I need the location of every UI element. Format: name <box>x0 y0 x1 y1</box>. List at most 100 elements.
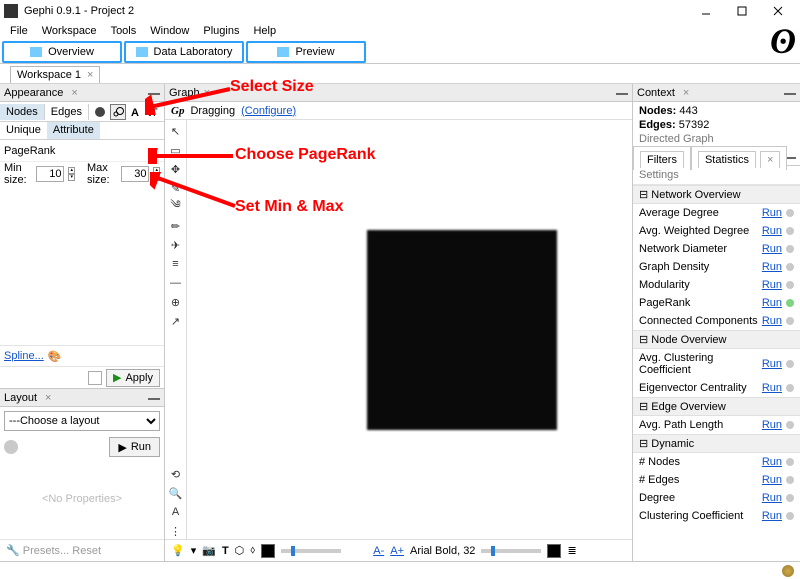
label-size-icon[interactable]: tT <box>146 104 162 120</box>
graph-canvas[interactable] <box>187 120 632 539</box>
settings-label[interactable]: Settings <box>633 166 800 185</box>
zoom-icon[interactable]: 🔍 <box>168 485 184 501</box>
run-link[interactable]: Run <box>762 279 782 291</box>
run-link[interactable]: Run <box>762 261 782 273</box>
palette-icon[interactable]: 🎨 <box>48 350 62 363</box>
reset-link[interactable]: Reset <box>72 545 101 557</box>
label-toggle-icon[interactable]: T <box>222 545 229 557</box>
workspace-tab[interactable]: Workspace 1× <box>10 66 100 83</box>
group-edge[interactable]: ⊟ Edge Overview <box>633 397 800 416</box>
label-color-swatch[interactable] <box>547 544 561 558</box>
shortest-path-icon[interactable]: ✈ <box>168 237 184 253</box>
min-size-input[interactable] <box>36 166 64 182</box>
menu-help[interactable]: Help <box>247 24 282 38</box>
stat-modularity: ModularityRun <box>633 276 800 294</box>
run-link[interactable]: Run <box>762 207 782 219</box>
run-layout-button[interactable]: ▶Run <box>109 437 160 457</box>
max-size-spinner[interactable]: ▴▾ <box>153 167 160 181</box>
drag-tool-icon[interactable]: ✥ <box>168 161 184 177</box>
font-label[interactable]: Arial Bold, 32 <box>410 545 475 557</box>
run-link[interactable]: Run <box>762 243 782 255</box>
font-increase[interactable]: A+ <box>390 545 404 557</box>
close-icon[interactable]: × <box>204 87 210 99</box>
edge-pencil-icon[interactable]: ✏ <box>168 218 184 234</box>
minimize-icon[interactable] <box>784 91 796 95</box>
close-icon[interactable]: × <box>683 87 689 99</box>
bg-color-icon[interactable]: ▾ <box>191 544 197 557</box>
run-link[interactable]: Run <box>762 419 782 431</box>
attributes-icon[interactable]: ≣ <box>567 544 576 557</box>
spline-link[interactable]: Spline... <box>4 350 44 362</box>
minimize-icon[interactable] <box>787 155 796 159</box>
wrench-icon[interactable]: 🔧 <box>6 545 20 557</box>
min-size-spinner[interactable]: ▴▾ <box>68 167 75 181</box>
layout-select[interactable]: ---Choose a layout <box>4 411 160 431</box>
subtab-nodes[interactable]: Nodes <box>0 104 45 120</box>
reset-zoom-icon[interactable]: ⟲ <box>168 466 184 482</box>
font-decrease[interactable]: A- <box>373 545 384 557</box>
heatmap-icon[interactable]: ≡ <box>168 256 184 272</box>
close-icon[interactable]: × <box>87 69 93 81</box>
tab-overview[interactable]: Overview <box>2 41 122 63</box>
menu-file[interactable]: File <box>4 24 34 38</box>
node-label-icon[interactable]: ⬡ <box>235 544 245 557</box>
rect-select-icon[interactable]: ▭ <box>168 142 184 158</box>
label-size-slider[interactable] <box>481 549 541 553</box>
attribute-dropdown[interactable]: PageRank ▾ <box>0 140 164 162</box>
add-node-icon[interactable]: ⊕ <box>168 294 184 310</box>
group-network[interactable]: ⊟ Network Overview <box>633 185 800 204</box>
configure-link[interactable]: (Configure) <box>241 105 296 117</box>
minimize-icon[interactable] <box>616 91 628 95</box>
sizer-tool-icon[interactable]: ༄ <box>168 199 184 215</box>
menu-plugins[interactable]: Plugins <box>197 24 245 38</box>
tool-dragging[interactable]: Dragging <box>190 105 235 117</box>
close-icon[interactable]: × <box>71 87 77 99</box>
run-link[interactable]: Run <box>762 492 782 504</box>
app-icon <box>4 4 18 18</box>
more-icon[interactable]: ⋮ <box>168 523 184 539</box>
presets-link[interactable]: Presets... <box>23 545 69 557</box>
run-link[interactable]: Run <box>762 382 782 394</box>
edge-label-icon[interactable]: ⬨ <box>250 544 255 557</box>
run-link[interactable]: Run <box>762 225 782 237</box>
group-dynamic[interactable]: ⊟ Dynamic <box>633 434 800 453</box>
run-link[interactable]: Run <box>762 510 782 522</box>
run-link[interactable]: Run <box>762 315 782 327</box>
maximize-button[interactable] <box>724 1 760 21</box>
max-size-input[interactable] <box>121 166 149 182</box>
statusbar <box>0 561 800 579</box>
options-icon[interactable] <box>88 371 102 385</box>
minimize-icon[interactable] <box>148 91 160 95</box>
menu-window[interactable]: Window <box>144 24 195 38</box>
edge-weight-slider[interactable] <box>281 549 341 553</box>
minimize-icon[interactable] <box>148 396 160 400</box>
center-icon[interactable]: A <box>168 504 184 520</box>
run-link[interactable]: Run <box>762 474 782 486</box>
size-icon[interactable] <box>110 104 126 120</box>
add-edge-icon[interactable]: ↗ <box>168 313 184 329</box>
screenshot-icon[interactable]: 📷 <box>202 544 216 557</box>
menu-tools[interactable]: Tools <box>105 24 143 38</box>
tab-preview[interactable]: Preview <box>246 41 366 63</box>
minimize-button[interactable] <box>688 1 724 21</box>
close-button[interactable] <box>760 1 796 21</box>
subtab-edges[interactable]: Edges <box>45 104 89 120</box>
tab-datalab[interactable]: Data Laboratory <box>124 41 244 63</box>
menu-workspace[interactable]: Workspace <box>36 24 103 38</box>
label-color-icon[interactable]: A <box>128 104 144 120</box>
run-link[interactable]: Run <box>762 297 782 309</box>
sub-unique[interactable]: Unique <box>0 122 47 139</box>
group-node[interactable]: ⊟ Node Overview <box>633 330 800 349</box>
pointer-tool-icon[interactable]: ↖ <box>168 123 184 139</box>
close-icon[interactable]: × <box>760 151 780 168</box>
edge-color-swatch[interactable] <box>261 544 275 558</box>
close-icon[interactable]: × <box>45 392 51 404</box>
run-link[interactable]: Run <box>762 358 782 370</box>
apply-button[interactable]: ▶Apply <box>106 369 160 387</box>
sub-attribute[interactable]: Attribute <box>47 122 100 139</box>
bulb-icon[interactable]: 💡 <box>171 544 185 557</box>
stat-density: Graph DensityRun <box>633 258 800 276</box>
run-link[interactable]: Run <box>762 456 782 468</box>
edit-icon[interactable]: — <box>168 275 184 291</box>
color-icon[interactable] <box>92 104 108 120</box>
